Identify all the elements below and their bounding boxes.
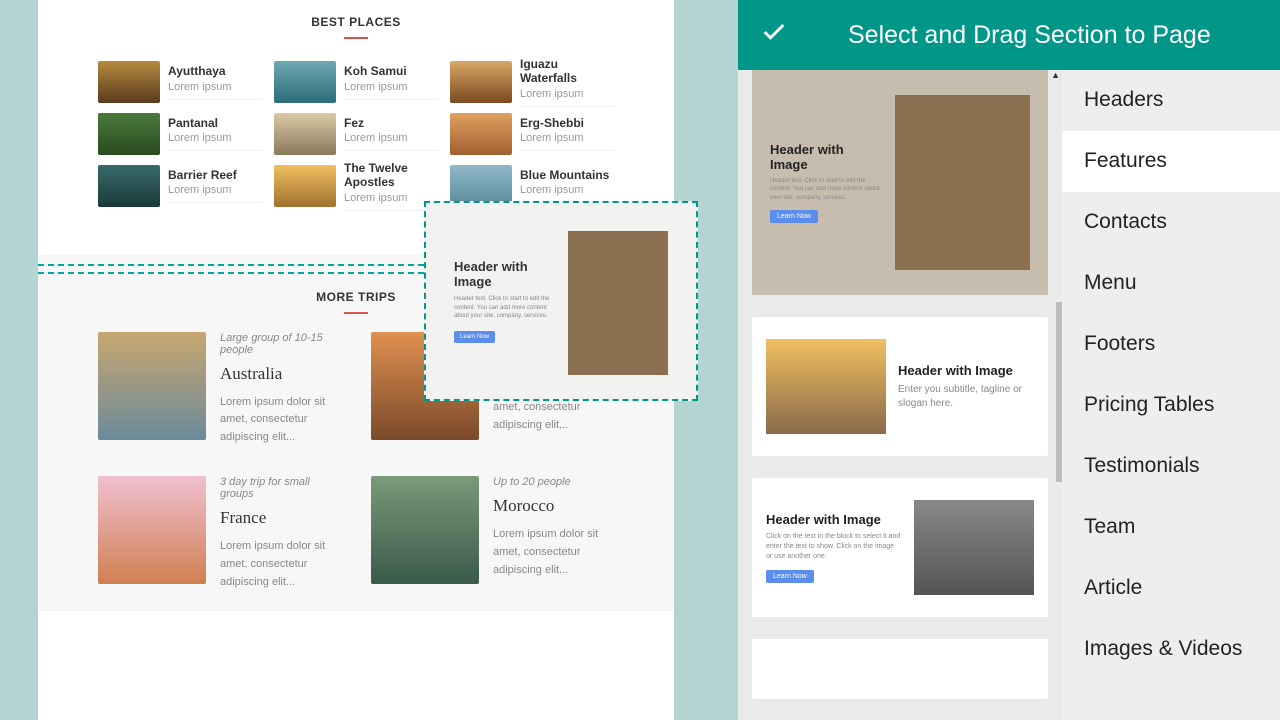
preview-image — [914, 500, 1034, 595]
trip-meta: Large group of 10-15 people — [220, 332, 341, 356]
place-sub: Lorem ipsum — [168, 184, 262, 196]
preview-sub: Enter you subtitle, tagline or slogan he… — [898, 383, 1034, 411]
category-testimonials[interactable]: Testimonials — [1062, 436, 1280, 497]
trip-thumb — [98, 332, 206, 440]
panel-header: Select and Drag Section to Page — [738, 0, 1280, 70]
section-heading: BEST PLACES — [98, 0, 614, 29]
ghost-title: Header with Image — [454, 259, 552, 289]
preview-title: Header with Image — [898, 363, 1034, 378]
place-sub: Lorem ipsum — [520, 132, 614, 144]
preview-title: Header with Image — [770, 142, 883, 172]
place-name: Koh Samui — [344, 64, 438, 78]
places-grid: Ayutthaya Lorem ipsum Koh Samui Lorem ipsu… — [98, 57, 614, 211]
trip-meta: 3 day trip for small groups — [220, 476, 341, 500]
category-images-videos[interactable]: Images & Videos — [1062, 619, 1280, 680]
place-sub: Lorem ipsum — [344, 81, 438, 93]
place-name: Fez — [344, 116, 438, 130]
place-card[interactable]: Fez Lorem ipsum — [274, 113, 438, 155]
category-footers[interactable]: Footers — [1062, 314, 1280, 375]
trip-desc: Lorem ipsum dolor sit amet, consectetur … — [493, 526, 614, 579]
trip-thumb — [98, 476, 206, 584]
ghost-button: Learn Now — [454, 331, 495, 343]
place-sub: Lorem ipsum — [520, 88, 614, 100]
section-panel: Select and Drag Section to Page ▲ Header… — [738, 0, 1280, 720]
trip-card[interactable]: 3 day trip for small groups France Lorem i… — [98, 476, 341, 591]
place-card[interactable]: Barrier Reef Lorem ipsum — [98, 161, 262, 211]
place-thumb — [450, 113, 512, 155]
preview-button: Learn Now — [766, 570, 814, 583]
place-sub: Lorem ipsum — [168, 132, 262, 144]
place-thumb — [98, 61, 160, 103]
place-thumb — [274, 61, 336, 103]
preview-card[interactable] — [752, 639, 1048, 699]
heading-underline — [344, 37, 368, 39]
check-icon[interactable] — [760, 18, 788, 53]
place-name: Barrier Reef — [168, 168, 262, 182]
place-thumb — [98, 165, 160, 207]
category-team[interactable]: Team — [1062, 497, 1280, 558]
place-card[interactable]: The Twelve ApostlesLorem ipsum — [274, 161, 438, 211]
trip-title: Australia — [220, 364, 341, 384]
place-name: Blue Mountains — [520, 168, 614, 182]
preview-sub: Click on the text in the block to select… — [766, 532, 902, 561]
place-card[interactable]: Pantanal Lorem ipsum — [98, 113, 262, 155]
trip-title: France — [220, 508, 341, 528]
preview-card[interactable]: Header with Image Header text. Click to s… — [752, 70, 1048, 295]
scrollbar-thumb[interactable] — [1056, 302, 1062, 482]
place-thumb — [274, 165, 336, 207]
trip-thumb — [371, 476, 479, 584]
scroll-up-icon[interactable]: ▲ — [1051, 70, 1060, 80]
preview-title: Header with Image — [766, 512, 902, 527]
preview-card[interactable]: Header with Image Click on the text in th… — [752, 478, 1048, 617]
ghost-subtitle: Header text. Click to start to edit the … — [454, 295, 552, 320]
heading-underline — [344, 312, 368, 314]
place-name: Ayutthaya — [168, 64, 262, 78]
place-name: Pantanal — [168, 116, 262, 130]
category-pricing-tables[interactable]: Pricing Tables — [1062, 375, 1280, 436]
preview-card[interactable]: Header with Image Enter you subtitle, tag… — [752, 317, 1048, 456]
place-name: The Twelve Apostles — [344, 161, 438, 190]
category-article[interactable]: Article — [1062, 558, 1280, 619]
trip-desc: Lorem ipsum dolor sit amet, consectetur … — [220, 538, 341, 591]
place-card[interactable]: Iguazu Waterfalls Lorem ipsum — [450, 57, 614, 107]
place-thumb — [98, 113, 160, 155]
trip-card[interactable]: Up to 20 people Morocco Lorem ipsum dolor … — [371, 476, 614, 591]
place-thumb — [274, 113, 336, 155]
place-card[interactable]: Erg-Shebbi Lorem ipsum — [450, 113, 614, 155]
trip-title: Morocco — [493, 496, 614, 516]
trip-desc: Lorem ipsum dolor sit amet, consectetur … — [220, 394, 341, 447]
place-thumb — [450, 61, 512, 103]
preview-image — [895, 95, 1030, 270]
preview-sub: Header text. Click to start to edit the … — [770, 177, 883, 202]
preview-button: Learn Now — [770, 210, 818, 223]
place-sub: Lorem ipsum — [168, 81, 262, 93]
place-sub: Lorem ipsum — [520, 184, 614, 196]
trip-card[interactable]: Large group of 10-15 people Australia Lore… — [98, 332, 341, 447]
category-features[interactable]: Features — [1062, 131, 1280, 192]
panel-title: Select and Drag Section to Page — [848, 21, 1211, 50]
category-menu[interactable]: Menu — [1062, 253, 1280, 314]
category-headers[interactable]: Headers — [1062, 70, 1280, 131]
place-card[interactable]: Koh Samui Lorem ipsum — [274, 57, 438, 107]
ghost-image — [568, 231, 668, 375]
place-sub: Lorem ipsum — [344, 132, 438, 144]
preview-column[interactable]: ▲ Header with Image Header text. Click to… — [738, 70, 1062, 720]
preview-image — [766, 339, 886, 434]
place-name: Erg-Shebbi — [520, 116, 614, 130]
category-contacts[interactable]: Contacts — [1062, 192, 1280, 253]
place-name: Iguazu Waterfalls — [520, 57, 614, 86]
drag-ghost[interactable]: Header with Image Header text. Click to … — [424, 201, 698, 401]
trip-meta: Up to 20 people — [493, 476, 614, 488]
category-column: Headers Features Contacts Menu Footers P… — [1062, 70, 1280, 720]
place-card[interactable]: Ayutthaya Lorem ipsum — [98, 57, 262, 107]
